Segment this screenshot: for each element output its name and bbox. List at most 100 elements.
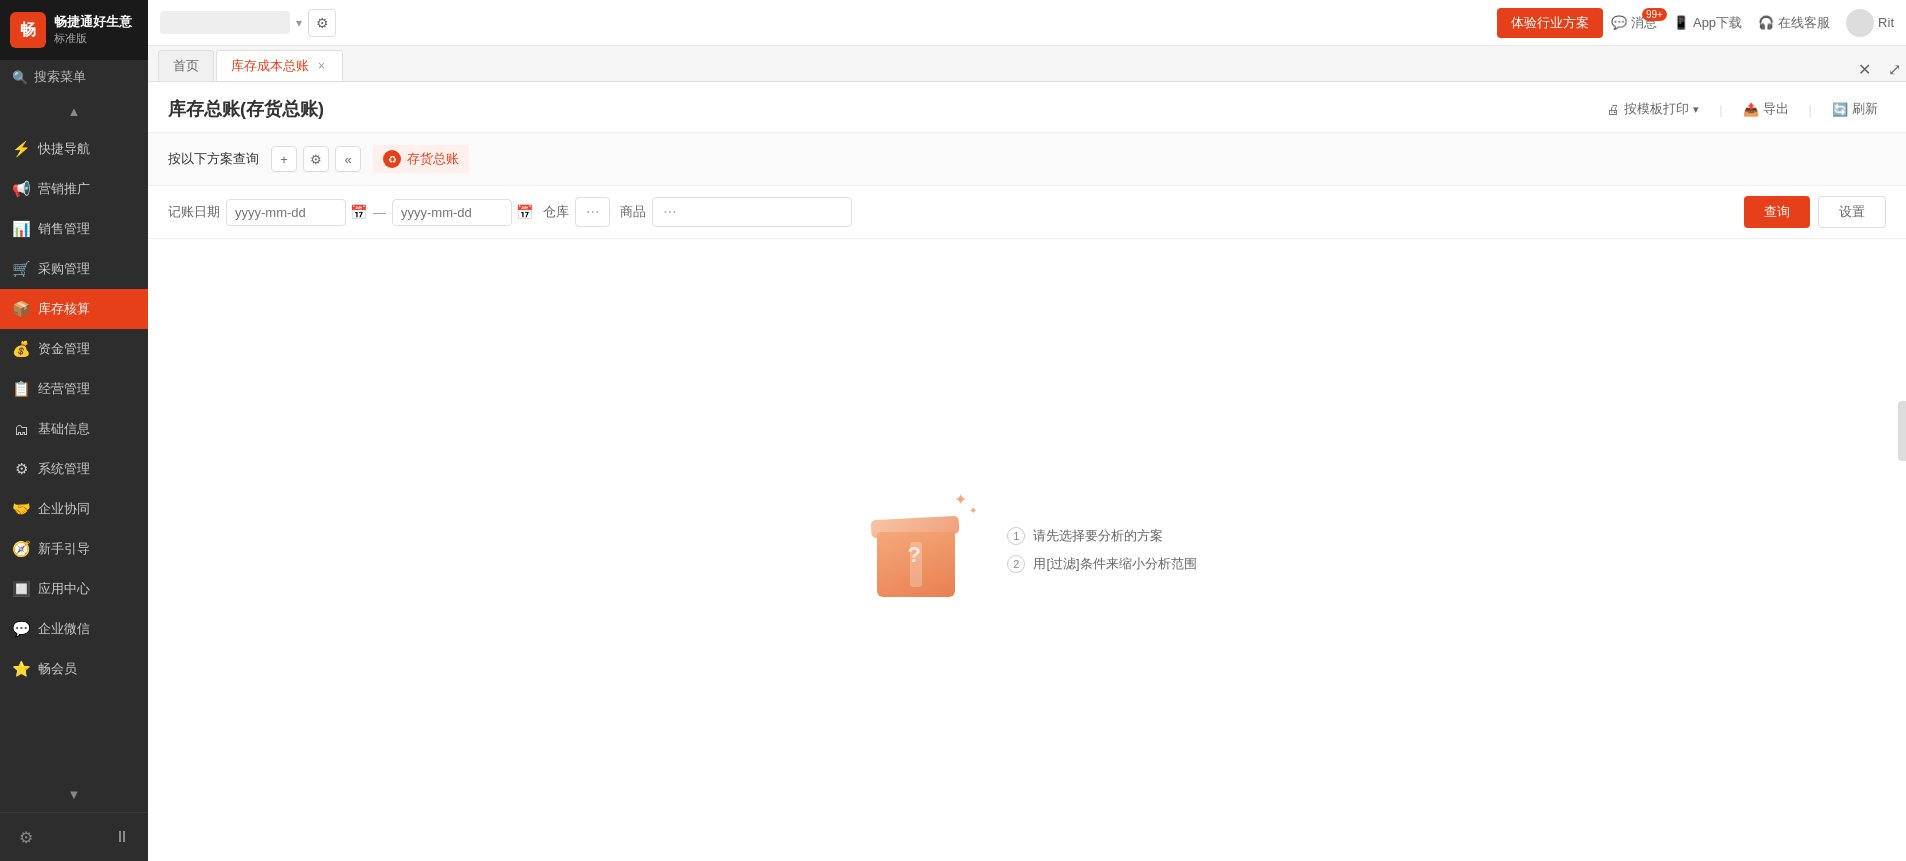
- guide-icon: 🧭: [12, 540, 30, 558]
- hint-number-1: 1: [1007, 527, 1025, 545]
- sidebar-search[interactable]: 🔍 搜索菜单: [0, 60, 148, 94]
- quick-nav-icon: ⚡: [12, 140, 30, 158]
- filter-section-label: 按以下方案查询: [168, 150, 259, 168]
- refresh-icon: 🔄: [1832, 102, 1848, 117]
- empty-hint-2: 2 用[过滤]条件来缩小分析范围: [1007, 555, 1196, 573]
- warehouse-more-icon: ···: [586, 203, 599, 221]
- scheme-icon-symbol: ♻: [388, 154, 397, 165]
- app-download-item[interactable]: 📱 App下载: [1673, 14, 1742, 32]
- date-end-input[interactable]: [392, 199, 512, 226]
- sidebar-item-label: 库存核算: [38, 300, 90, 318]
- date-label: 记账日期: [168, 203, 220, 221]
- sidebar-item-basic-info[interactable]: 🗂 基础信息: [0, 409, 148, 449]
- online-service-label: 在线客服: [1778, 14, 1830, 32]
- product-more-btn[interactable]: ···: [652, 197, 852, 227]
- audio-footer-icon[interactable]: ⏸: [108, 823, 136, 851]
- refresh-btn[interactable]: 🔄 刷新: [1824, 96, 1886, 122]
- hint-text-2: 用[过滤]条件来缩小分析范围: [1033, 555, 1196, 573]
- product-label: 商品: [620, 203, 646, 221]
- sidebar-item-guide[interactable]: 🧭 新手引导: [0, 529, 148, 569]
- operations-icon: 📋: [12, 380, 30, 398]
- scheme-icon: ♻: [383, 150, 401, 168]
- app-center-icon: 🔲: [12, 580, 30, 598]
- print-arrow-icon: ▾: [1693, 103, 1699, 116]
- message-item[interactable]: 💬 消息 99+: [1611, 14, 1657, 32]
- logo-icon: 畅: [10, 12, 46, 48]
- enterprise-icon: 🤝: [12, 500, 30, 518]
- side-handle[interactable]: [1898, 401, 1906, 461]
- sidebar-item-label: 应用中心: [38, 580, 90, 598]
- main-area: ▾ ⚙ 体验行业方案 💬 消息 99+ 📱 App下载 🎧 在线客服 Rit: [148, 0, 1906, 861]
- sidebar-item-label: 基础信息: [38, 420, 90, 438]
- hint-number-2: 2: [1007, 555, 1025, 573]
- calendar-start-icon[interactable]: 📅: [350, 204, 367, 220]
- sidebar-item-membership[interactable]: ⭐ 畅会员: [0, 649, 148, 689]
- sidebar-item-quick-nav[interactable]: ⚡ 快捷导航: [0, 129, 148, 169]
- export-icon: 📤: [1743, 102, 1759, 117]
- empty-illustration: ✦ ✦ ?: [857, 490, 977, 610]
- breadcrumb-input[interactable]: [160, 11, 290, 34]
- date-start-input[interactable]: [226, 199, 346, 226]
- filter-add-btn[interactable]: +: [271, 146, 297, 172]
- tab-inventory-ledger[interactable]: 库存成本总账 ×: [216, 50, 343, 81]
- warehouse-more-btn[interactable]: ···: [575, 197, 610, 227]
- query-btn[interactable]: 查询: [1744, 196, 1810, 228]
- sidebar-item-purchase[interactable]: 🛒 采购管理: [0, 249, 148, 289]
- empty-state: ✦ ✦ ? 1 请先选择要分析的方案: [148, 239, 1906, 861]
- filter-bar: 按以下方案查询 + ⚙ « ♻ 存货总账: [148, 133, 1906, 186]
- marketing-icon: 📢: [12, 180, 30, 198]
- wechat-icon: 💬: [12, 620, 30, 638]
- tab-close-window-btn[interactable]: ✕: [1852, 57, 1876, 81]
- system-icon: ⚙: [12, 460, 30, 478]
- app-download-label: App下载: [1693, 14, 1742, 32]
- sidebar-item-label: 企业协同: [38, 500, 90, 518]
- tab-close-btn[interactable]: ×: [315, 58, 328, 74]
- product-filter-group: 商品 ···: [620, 197, 852, 227]
- sidebar-item-marketing[interactable]: 📢 营销推广: [0, 169, 148, 209]
- online-service-item[interactable]: 🎧 在线客服: [1758, 14, 1830, 32]
- print-btn[interactable]: 🖨 按模板打印 ▾: [1599, 96, 1707, 122]
- headset-icon: 🎧: [1758, 15, 1774, 30]
- sidebar-item-enterprise[interactable]: 🤝 企业协同: [0, 489, 148, 529]
- message-icon: 💬: [1611, 15, 1627, 30]
- tab-bar: 首页 库存成本总账 × ✕ ⤢: [148, 46, 1906, 82]
- sidebar-item-finance[interactable]: 💰 资金管理: [0, 329, 148, 369]
- sidebar-item-label: 资金管理: [38, 340, 90, 358]
- settings-footer-icon[interactable]: ⚙: [12, 823, 40, 851]
- inventory-icon: 📦: [12, 300, 30, 318]
- sidebar-item-label: 销售管理: [38, 220, 90, 238]
- search-label: 搜索菜单: [34, 68, 86, 86]
- export-btn[interactable]: 📤 导出: [1735, 96, 1797, 122]
- refresh-label: 刷新: [1852, 100, 1878, 118]
- filter-settings-btn[interactable]: ⚙: [303, 146, 329, 172]
- sparkle-small-icon: ✦: [969, 505, 977, 516]
- user-item[interactable]: Rit: [1846, 9, 1894, 37]
- search-icon: 🔍: [12, 70, 28, 85]
- sidebar-item-sales[interactable]: 📊 销售管理: [0, 209, 148, 249]
- sidebar-item-wechat[interactable]: 💬 企业微信: [0, 609, 148, 649]
- sidebar: 畅 畅捷通好生意 标准版 🔍 搜索菜单 ▲ ⚡ 快捷导航 📢 营销推广 📊 销售…: [0, 0, 148, 861]
- collapse-icon: «: [344, 152, 351, 167]
- sidebar-item-label: 快捷导航: [38, 140, 90, 158]
- calendar-end-icon[interactable]: 📅: [516, 204, 533, 220]
- scheme-item-inventory[interactable]: ♻ 存货总账: [373, 145, 469, 173]
- print-icon: 🖨: [1607, 102, 1620, 117]
- tab-expand-btn[interactable]: ⤢: [1882, 57, 1906, 81]
- filter-gear-icon: ⚙: [310, 152, 322, 167]
- sidebar-item-inventory[interactable]: 📦 库存核算: [0, 289, 148, 329]
- sidebar-item-app-center[interactable]: 🔲 应用中心: [0, 569, 148, 609]
- filter-actions: + ⚙ «: [271, 146, 361, 172]
- divider1: |: [1719, 102, 1722, 117]
- settings-btn[interactable]: 设置: [1818, 196, 1886, 228]
- home-tab-label: 首页: [173, 57, 199, 75]
- warehouse-filter-group: 仓库 ···: [543, 197, 610, 227]
- topbar-settings-icon[interactable]: ⚙: [308, 9, 336, 37]
- scroll-down-btn[interactable]: ▼: [62, 781, 87, 808]
- industry-btn[interactable]: 体验行业方案: [1497, 8, 1603, 38]
- tab-home[interactable]: 首页: [158, 50, 214, 81]
- sidebar-item-system[interactable]: ⚙ 系统管理: [0, 449, 148, 489]
- sidebar-footer: ⚙ ⏸: [0, 812, 148, 861]
- sidebar-item-operations[interactable]: 📋 经营管理: [0, 369, 148, 409]
- scroll-up-btn[interactable]: ▲: [62, 98, 87, 125]
- filter-collapse-btn[interactable]: «: [335, 146, 361, 172]
